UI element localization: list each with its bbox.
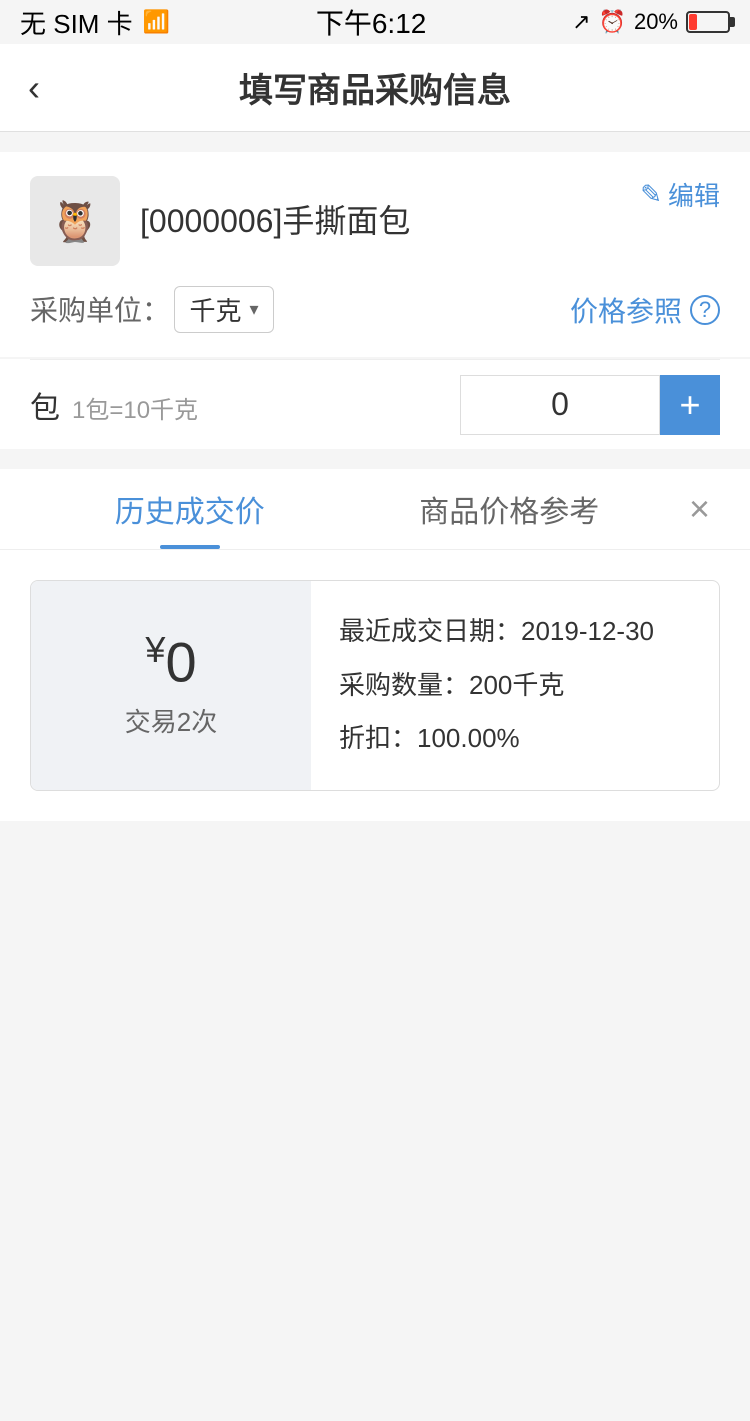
battery-fill — [689, 14, 697, 30]
quantity-row: 包 1包=10千克 + — [30, 359, 720, 449]
tabs-close-button[interactable]: × — [669, 478, 720, 540]
product-left: 🦉 [0000006]手撕面包 — [30, 176, 410, 266]
unit-select-arrow: ▾ — [249, 299, 258, 320]
product-name: [0000006]手撕面包 — [140, 199, 410, 244]
transaction-card: ¥0 交易2次 最近成交日期：2019-12-30 采购数量：200千克 折扣：… — [30, 580, 720, 791]
tab-product-price-ref[interactable]: 商品价格参考 — [349, 469, 668, 549]
quantity-plus-button[interactable]: + — [660, 375, 720, 435]
location-icon: ↗ — [572, 9, 590, 35]
battery-percent: 20% — [634, 9, 678, 35]
tabs-panel: 历史成交价 商品价格参考 × ¥0 交易2次 最近成交日期：2019-12-30… — [0, 469, 750, 821]
bottom-content — [0, 821, 750, 1421]
unit-label: 采购单位： — [30, 295, 170, 326]
alarm-icon: ⏰ — [599, 9, 626, 35]
discount-label: 折扣： — [339, 723, 417, 753]
edit-button[interactable]: ✎ 编辑 — [640, 176, 720, 213]
back-button[interactable]: ‹ — [28, 67, 40, 109]
edit-icon: ✎ — [640, 179, 662, 210]
tab-history-price[interactable]: 历史成交价 — [30, 469, 349, 549]
tab-content-history: ¥0 交易2次 最近成交日期：2019-12-30 采购数量：200千克 折扣：… — [0, 550, 750, 821]
carrier-text: 无 SIM 卡 — [20, 4, 133, 41]
qty-value: 200千克 — [469, 670, 564, 700]
quantity-conversion: 1包=10千克 — [72, 390, 198, 425]
transaction-right-panel: 最近成交日期：2019-12-30 采购数量：200千克 折扣：100.00% — [311, 581, 719, 790]
status-bar: 无 SIM 卡 📶 下午6:12 ↗ ⏰ 20% — [0, 0, 750, 44]
status-time: 下午6:12 — [316, 2, 427, 42]
currency-symbol: ¥ — [145, 629, 165, 670]
qty-label: 采购数量： — [339, 670, 469, 700]
price-ref-help-icon: ? — [690, 295, 720, 325]
edit-label: 编辑 — [668, 176, 720, 213]
quantity-section: 包 1包=10千克 + — [0, 359, 750, 449]
product-header: 🦉 [0000006]手撕面包 ✎ 编辑 — [30, 176, 720, 266]
transaction-date-row: 最近成交日期：2019-12-30 — [339, 611, 691, 653]
page-title: 填写商品采购信息 — [239, 63, 511, 112]
battery-icon — [686, 11, 730, 33]
price-ref-label: 价格参照 — [570, 290, 682, 330]
tab-product-price-ref-label: 商品价格参考 — [419, 487, 599, 531]
unit-label-group: 采购单位： 千克 ▾ — [30, 286, 274, 333]
transaction-left-panel: ¥0 交易2次 — [31, 581, 311, 790]
transaction-qty-row: 采购数量：200千克 — [339, 665, 691, 707]
product-unit-row: 采购单位： 千克 ▾ 价格参照 ? — [30, 286, 720, 333]
unit-select[interactable]: 千克 ▾ — [174, 286, 273, 333]
wifi-icon: 📶 — [143, 9, 170, 35]
product-card: 🦉 [0000006]手撕面包 ✎ 编辑 采购单位： 千克 ▾ 价格参照 ? — [0, 152, 750, 357]
tabs-header: 历史成交价 商品价格参考 × — [0, 469, 750, 550]
unit-value: 千克 — [189, 291, 241, 328]
transaction-discount-row: 折扣：100.00% — [339, 718, 691, 760]
status-right: ↗ ⏰ 20% — [572, 9, 730, 35]
date-label: 最近成交日期： — [339, 616, 521, 646]
price-value: 0 — [165, 630, 196, 693]
tab-history-price-label: 历史成交价 — [115, 487, 265, 531]
quantity-unit-tag: 包 — [30, 383, 60, 427]
product-thumb-icon: 🦉 — [50, 198, 100, 245]
price-reference-button[interactable]: 价格参照 ? — [570, 290, 720, 330]
status-carrier-wifi: 无 SIM 卡 📶 — [20, 4, 170, 41]
product-thumbnail: 🦉 — [30, 176, 120, 266]
discount-value: 100.00% — [417, 723, 520, 753]
nav-bar: ‹ 填写商品采购信息 — [0, 44, 750, 132]
quantity-input-group: + — [460, 375, 720, 435]
transaction-count: 交易2次 — [125, 702, 217, 739]
quantity-label-group: 包 1包=10千克 — [30, 383, 198, 427]
transaction-price: ¥0 — [145, 632, 196, 691]
date-value: 2019-12-30 — [521, 616, 654, 646]
quantity-input[interactable] — [460, 375, 660, 435]
